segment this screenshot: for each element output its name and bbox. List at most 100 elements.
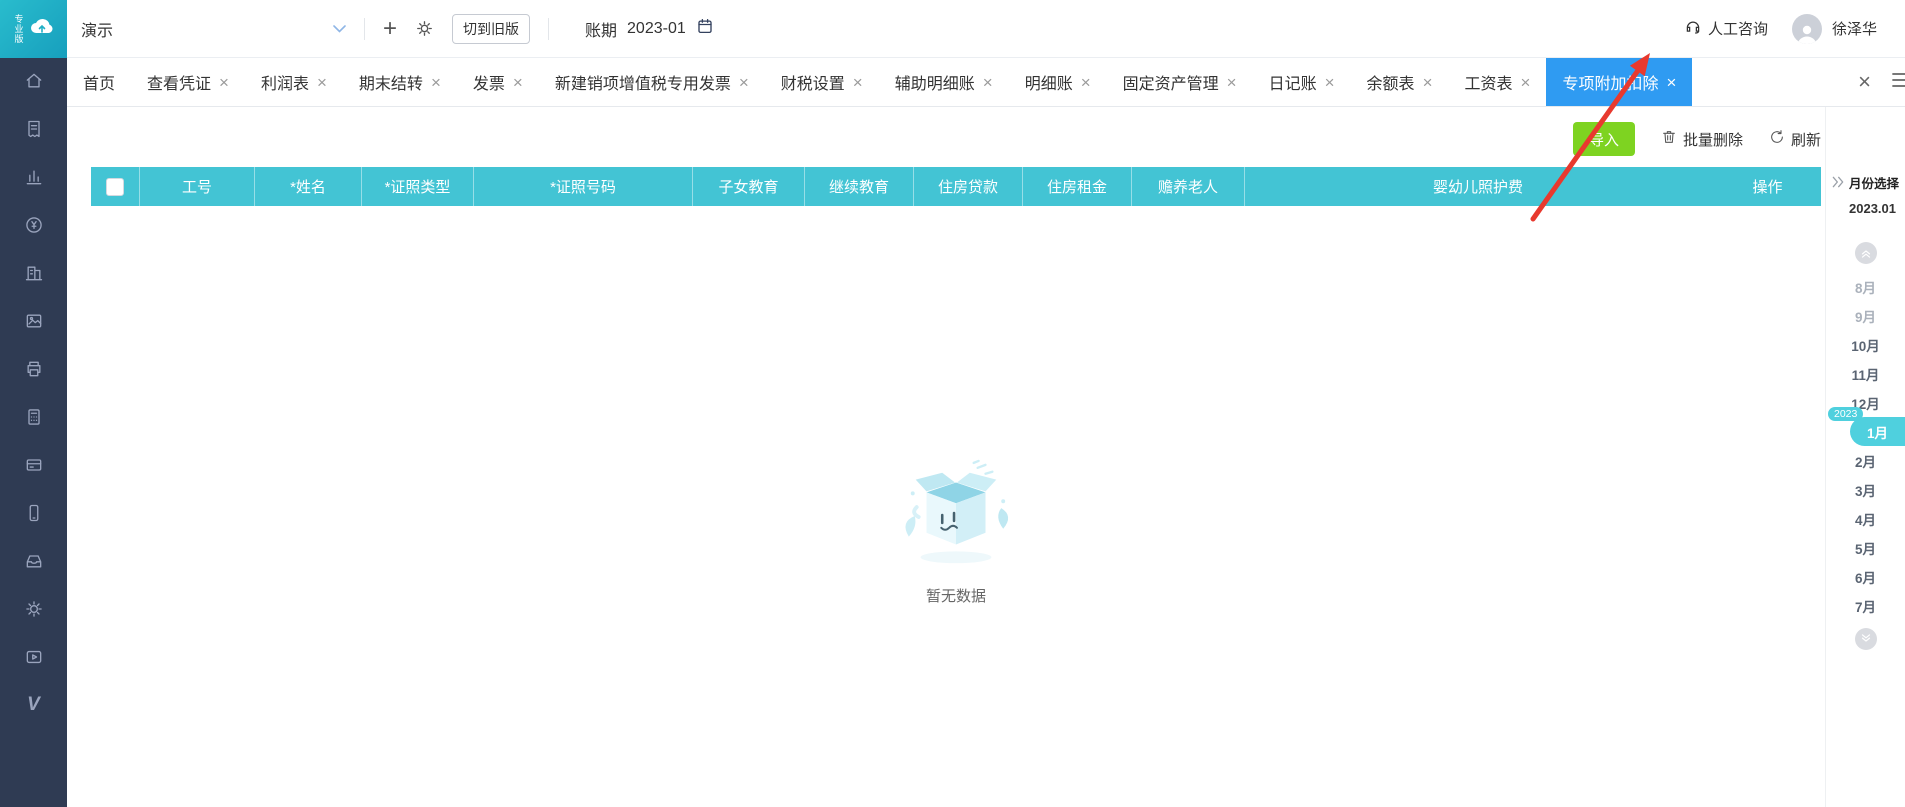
tab-item-3[interactable]: 期末结转 × <box>343 58 457 106</box>
current-period: 2023.01 <box>1849 201 1896 216</box>
printer-icon[interactable] <box>22 358 46 380</box>
tab-item-6[interactable]: 财税设置 × <box>765 58 879 106</box>
month-item-9月[interactable]: 9月 <box>1826 301 1905 330</box>
video-icon[interactable] <box>22 646 46 668</box>
tab-close-icon[interactable]: × <box>431 74 441 91</box>
tab-item-11[interactable]: 余额表 × <box>1351 58 1449 106</box>
tab-close-icon[interactable]: × <box>983 74 993 91</box>
month-item-8月[interactable]: 8月 <box>1826 272 1905 301</box>
tab-item-7[interactable]: 辅助明细账 × <box>879 58 1009 106</box>
tab-item-10[interactable]: 日记账 × <box>1253 58 1351 106</box>
tab-item-8[interactable]: 明细账 × <box>1009 58 1107 106</box>
tab-label: 利润表 <box>260 76 309 93</box>
tab-close-icon[interactable]: × <box>513 74 523 91</box>
month-item-1月[interactable]: 1月 <box>1850 417 1905 446</box>
refresh-button[interactable]: 刷新 <box>1769 129 1821 150</box>
collapse-panel-icon[interactable] <box>1830 174 1846 190</box>
batch-delete-label: 批量删除 <box>1682 131 1743 149</box>
period-label: 账期 <box>585 22 618 40</box>
month-item-4月[interactable]: 4月 <box>1826 504 1905 533</box>
tab-item-0[interactable]: 首页 <box>67 58 131 106</box>
payroll-icon[interactable] <box>22 454 46 476</box>
tab-item-1[interactable]: 查看凭证 × <box>131 58 245 106</box>
tab-close-icon[interactable]: × <box>1666 74 1676 91</box>
scroll-months-down-icon[interactable] <box>1854 628 1877 650</box>
tab-item-5[interactable]: 新建销项增值税专用发票 × <box>539 58 765 106</box>
tab-label: 工资表 <box>1464 76 1513 93</box>
close-tabs-icon[interactable]: × <box>1858 71 1871 93</box>
month-item-7月[interactable]: 7月 <box>1826 591 1905 620</box>
app-window: 专业版 V 演示 + 切到旧版 账期 2023-01 人工咨询 徐泽华 首页 查… <box>0 0 1905 807</box>
tab-bar-controls: × <box>1848 58 1905 106</box>
support-label: 人工咨询 <box>1707 21 1768 38</box>
tab-label: 日记账 <box>1268 76 1317 93</box>
tab-item-13[interactable]: 专项附加扣除 × <box>1546 58 1693 106</box>
tab-label: 首页 <box>83 76 116 93</box>
app-logo[interactable]: 专业版 <box>0 0 67 58</box>
tab-item-4[interactable]: 发票 × <box>457 58 539 106</box>
settings-icon[interactable] <box>22 598 46 620</box>
tab-close-icon[interactable]: × <box>853 74 863 91</box>
column-header-4: 子女教育 <box>693 167 805 206</box>
v-brand-icon[interactable]: V <box>22 694 46 716</box>
tab-close-icon[interactable]: × <box>1521 74 1531 91</box>
content-area: 导入 批量删除 刷新 工号 *姓名 *证照类型 *证照号码 子女教育 继续教育 … <box>67 107 1905 807</box>
empty-box-illustration <box>886 456 1026 579</box>
period-value[interactable]: 2023-01 <box>627 20 686 38</box>
inbox-icon[interactable] <box>22 550 46 572</box>
month-item-11月[interactable]: 11月 <box>1826 359 1905 388</box>
month-panel: 月份选择 2023.01 8月 9月 10月 11月 12月 1月 2月 3月 4月 5月 6月 7月… <box>1825 107 1905 807</box>
tab-close-icon[interactable]: × <box>1423 74 1433 91</box>
reports-icon[interactable] <box>22 166 46 188</box>
column-header-7: 住房租金 <box>1023 167 1132 206</box>
month-item-3月[interactable]: 3月 <box>1826 475 1905 504</box>
tab-item-2[interactable]: 利润表 × <box>245 58 343 106</box>
column-header-6: 住房贷款 <box>914 167 1023 206</box>
tab-label: 明细账 <box>1024 76 1073 93</box>
tab-close-icon[interactable]: × <box>317 74 327 91</box>
tab-close-icon[interactable]: × <box>219 74 229 91</box>
column-header-3: *证照号码 <box>474 167 693 206</box>
calendar-icon[interactable] <box>696 17 714 40</box>
month-item-2月[interactable]: 2月 <box>1826 446 1905 475</box>
month-item-6月[interactable]: 6月 <box>1826 562 1905 591</box>
mobile-doc-icon[interactable] <box>22 502 46 524</box>
column-header-2: *证照类型 <box>362 167 474 206</box>
column-header-10: 操作 <box>1752 179 1783 196</box>
grid-body: 暂无数据 <box>91 456 1821 606</box>
tab-label: 固定资产管理 <box>1122 76 1219 93</box>
tab-label: 查看凭证 <box>147 76 212 93</box>
sidebar-nav: V <box>0 58 67 716</box>
tab-item-12[interactable]: 工资表 × <box>1449 58 1547 106</box>
tab-close-icon[interactable]: × <box>739 74 749 91</box>
calculator-icon[interactable] <box>22 406 46 428</box>
work-area: 导入 批量删除 刷新 工号 *姓名 *证照类型 *证照号码 子女教育 继续教育 … <box>67 107 1825 807</box>
select-all-checkbox[interactable] <box>106 177 124 196</box>
funds-icon[interactable] <box>22 214 46 236</box>
user-avatar[interactable] <box>1791 13 1822 44</box>
support-link[interactable]: 人工咨询 <box>1684 18 1768 40</box>
tab-strip: 首页 查看凭证 × 利润表 × 期末结转 × 发票 × 新建销项增值税专用发票 × 财税设置 × 辅助明细… <box>67 58 1693 106</box>
invoice-icon[interactable] <box>22 118 46 140</box>
home-icon[interactable] <box>22 70 46 92</box>
month-item-5月[interactable]: 5月 <box>1826 533 1905 562</box>
switch-old-version-button[interactable]: 切到旧版 <box>452 13 531 44</box>
tab-close-icon[interactable]: × <box>1081 74 1091 91</box>
refresh-label: 刷新 <box>1790 131 1821 149</box>
scroll-months-up-icon[interactable] <box>1854 242 1877 264</box>
month-item-10月[interactable]: 10月 <box>1826 330 1905 359</box>
workspace-selector[interactable]: 演示 <box>81 17 346 41</box>
images-icon[interactable] <box>22 310 46 332</box>
add-account-set-icon[interactable]: + <box>383 15 397 43</box>
tab-close-icon[interactable]: × <box>1227 74 1237 91</box>
account-settings-gear-icon[interactable] <box>415 19 434 38</box>
tab-item-9[interactable]: 固定资产管理 × <box>1107 58 1253 106</box>
username[interactable]: 徐泽华 <box>1832 18 1877 39</box>
tab-list-icon[interactable] <box>1891 69 1905 96</box>
column-header-9: 婴幼儿照护费 <box>1432 179 1523 196</box>
import-button[interactable]: 导入 <box>1572 122 1635 156</box>
tab-close-icon[interactable]: × <box>1325 74 1335 91</box>
batch-delete-button[interactable]: 批量删除 <box>1661 129 1743 150</box>
company-icon[interactable] <box>22 262 46 284</box>
column-header-5: 继续教育 <box>805 167 914 206</box>
